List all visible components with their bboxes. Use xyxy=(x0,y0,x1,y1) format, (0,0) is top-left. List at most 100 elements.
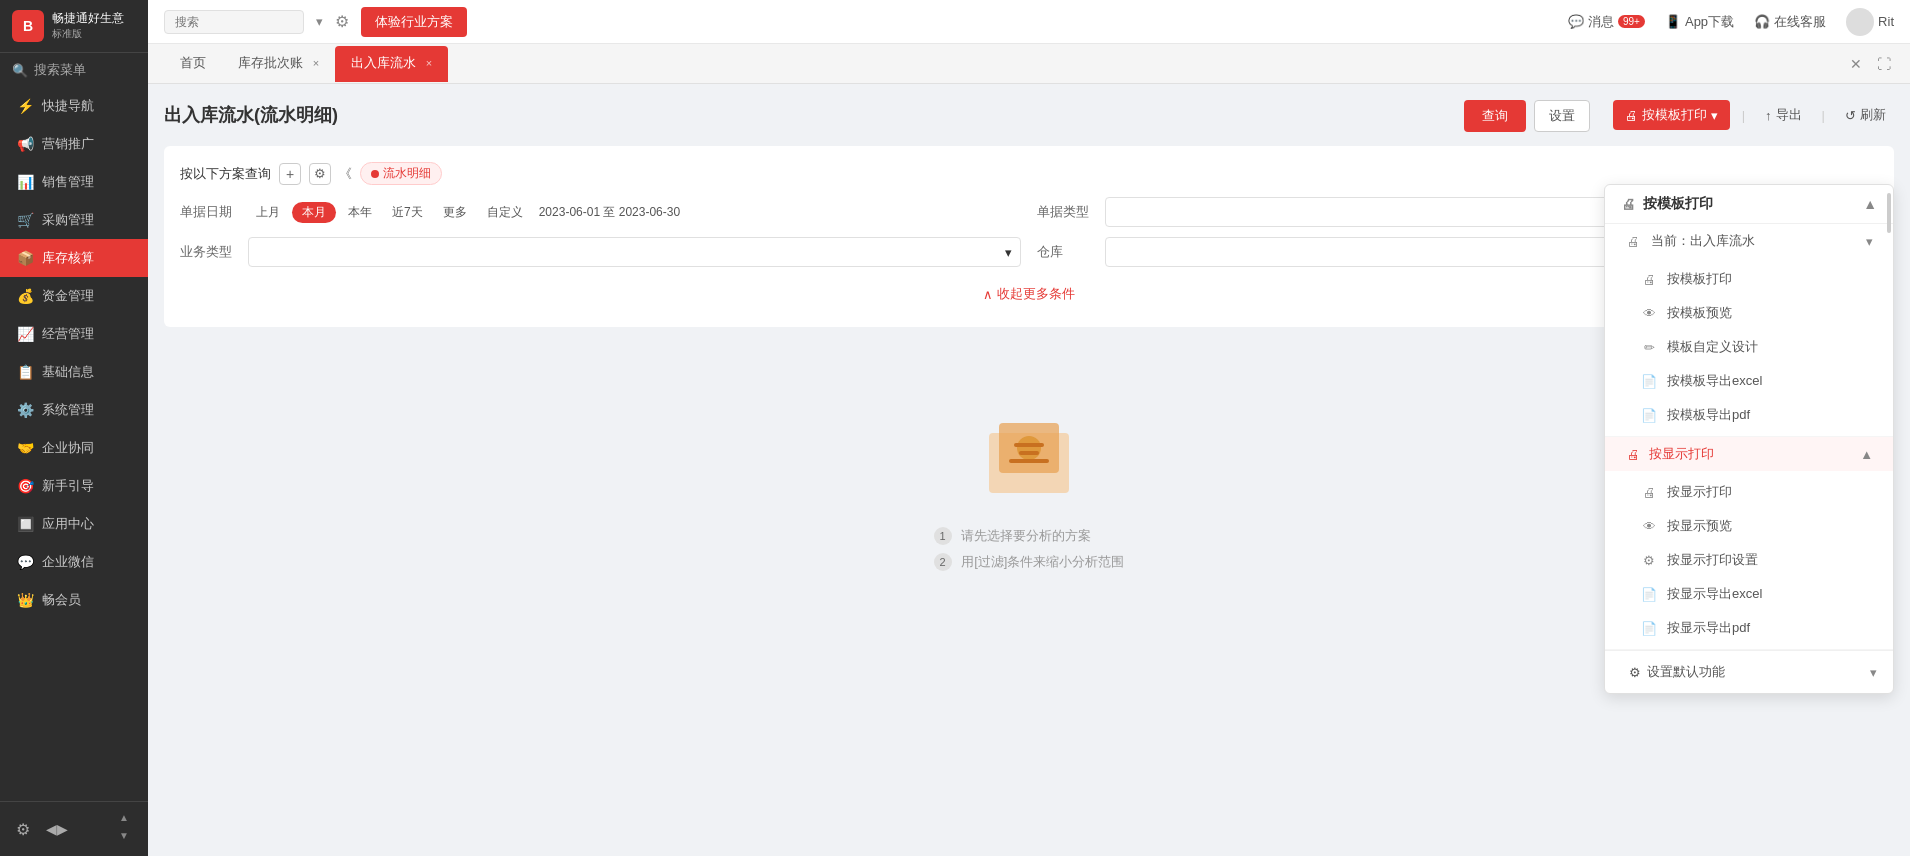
sidebar-item-label: 经营管理 xyxy=(42,325,94,343)
app-download-button[interactable]: 📱 App下载 xyxy=(1665,13,1734,31)
sidebar-item-quick-nav[interactable]: ⚡ 快捷导航 xyxy=(0,87,148,125)
tab-flow-label: 出入库流水 xyxy=(351,55,416,70)
sidebar-item-enterprise[interactable]: 🤝 企业协同 xyxy=(0,429,148,467)
template-design-icon: ✏ xyxy=(1641,339,1657,355)
sidebar-item-label: 销售管理 xyxy=(42,173,94,191)
date-btn-7days[interactable]: 近7天 xyxy=(384,202,431,223)
topbar-gear-icon[interactable]: ⚙ xyxy=(335,12,349,31)
date-btn-more[interactable]: 更多 xyxy=(435,202,475,223)
date-btn-last-month[interactable]: 上月 xyxy=(248,202,288,223)
sidebar-item-label: 畅会员 xyxy=(42,591,81,609)
dropdown-item-display-print-settings[interactable]: ⚙ 按显示打印设置 xyxy=(1605,543,1893,577)
dropdown-item-display-print[interactable]: 🖨 按显示打印 xyxy=(1605,475,1893,509)
window-close-btn[interactable]: ✕ xyxy=(1846,54,1866,74)
dropdown-item-display-excel[interactable]: 📄 按显示导出excel xyxy=(1605,577,1893,611)
scroll-down-btn[interactable]: ▼ xyxy=(116,830,132,846)
sidebar-collapse-icon[interactable]: ◀▶ xyxy=(46,821,68,837)
sidebar-item-inventory[interactable]: 📦 库存核算 xyxy=(0,239,148,277)
biz-type-select[interactable]: ▾ xyxy=(248,237,1021,267)
sidebar-item-finance[interactable]: 💰 资金管理 xyxy=(0,277,148,315)
message-button[interactable]: 💬 消息 99+ xyxy=(1568,13,1645,31)
sidebar-settings-icon[interactable]: ⚙ xyxy=(16,820,30,839)
sidebar-item-operations[interactable]: 📈 经营管理 xyxy=(0,315,148,353)
display-excel-label: 按显示导出excel xyxy=(1667,585,1873,603)
refresh-button[interactable]: ↺ 刷新 xyxy=(1837,102,1894,128)
date-btn-custom[interactable]: 自定义 xyxy=(479,202,531,223)
sidebar-item-app-center[interactable]: 🔲 应用中心 xyxy=(0,505,148,543)
dropdown-current-chevron: ▾ xyxy=(1866,234,1873,249)
filter-settings-button[interactable]: ⚙ xyxy=(309,163,331,185)
sidebar-item-label: 快捷导航 xyxy=(42,97,94,115)
dropdown-header: 🖨 按模板打印 ▲ xyxy=(1605,185,1893,224)
dropdown-item-template-design[interactable]: ✏ 模板自定义设计 xyxy=(1605,330,1893,364)
sidebar-search[interactable]: 🔍 搜索菜单 xyxy=(0,53,148,87)
filter-add-button[interactable]: + xyxy=(279,163,301,185)
export-button[interactable]: ↑ 导出 xyxy=(1757,102,1810,128)
message-badge: 99+ xyxy=(1618,15,1645,28)
headset-icon: 🎧 xyxy=(1754,14,1770,29)
filter-chip[interactable]: 流水明细 xyxy=(360,162,442,185)
topbar-chevron-icon[interactable]: ▾ xyxy=(316,14,323,29)
sidebar-item-marketing[interactable]: 📢 营销推广 xyxy=(0,125,148,163)
sidebar-item-basic-info[interactable]: 📋 基础信息 xyxy=(0,353,148,391)
scroll-up-btn[interactable]: ▲ xyxy=(116,812,132,828)
tab-flow-close[interactable]: × xyxy=(426,57,432,69)
sidebar-item-label: 基础信息 xyxy=(42,363,94,381)
message-icon: 💬 xyxy=(1568,14,1584,29)
sidebar: B 畅捷通好生意 标准版 🔍 搜索菜单 ⚡ 快捷导航 📢 营销推广 📊 销售管理… xyxy=(0,0,148,856)
tab-flow[interactable]: 出入库流水 × xyxy=(335,46,448,82)
sidebar-item-purchase[interactable]: 🛒 采购管理 xyxy=(0,201,148,239)
template-print-button[interactable]: 🖨 按模板打印 ▾ xyxy=(1613,100,1730,130)
page-header: 出入库流水(流水明细) 🖨 按模板打印 ▾ | ↑ 导出 | ↺ xyxy=(164,100,1894,130)
sidebar-item-wechat[interactable]: 💬 企业微信 xyxy=(0,543,148,581)
dropdown-footer: ⚙ 设置默认功能 ▾ xyxy=(1605,650,1893,693)
dropdown-item-display-preview[interactable]: 👁 按显示预览 xyxy=(1605,509,1893,543)
user-avatar-area[interactable]: Rit xyxy=(1846,8,1894,36)
topbar-left: ▾ ⚙ 体验行业方案 xyxy=(164,7,467,37)
logo-badge: 标准版 xyxy=(52,27,124,41)
dropdown-current-item[interactable]: 🖨 当前：出入库流水 ▾ xyxy=(1605,224,1893,258)
sidebar-item-label: 库存核算 xyxy=(42,249,94,267)
logo-icon: B xyxy=(12,10,44,42)
dropdown-item-template-print[interactable]: 🖨 按模板打印 xyxy=(1605,262,1893,296)
tab-batch-account[interactable]: 库存批次账 × xyxy=(222,46,335,82)
dropdown-footer-chevron-icon[interactable]: ▾ xyxy=(1870,665,1877,680)
sidebar-item-sales[interactable]: 📊 销售管理 xyxy=(0,163,148,201)
dropdown-item-template-pdf[interactable]: 📄 按模板导出pdf xyxy=(1605,398,1893,432)
step1-text: 请先选择要分析的方案 xyxy=(961,528,1091,543)
tab-batch-account-close[interactable]: × xyxy=(313,57,319,69)
filter-label: 按以下方案查询 xyxy=(180,165,271,183)
tab-home[interactable]: 首页 xyxy=(164,46,222,82)
export-icon: ↑ xyxy=(1765,108,1772,123)
app-center-icon: 🔲 xyxy=(16,515,34,533)
sidebar-item-member[interactable]: 👑 畅会员 xyxy=(0,581,148,619)
date-btn-this-month[interactable]: 本月 xyxy=(292,202,336,223)
settings-button[interactable]: 设置 xyxy=(1534,100,1590,132)
sidebar-item-label: 企业协同 xyxy=(42,439,94,457)
dropdown-section2-header[interactable]: 🖨 按显示打印 ▲ xyxy=(1605,437,1893,471)
refresh-icon: ↺ xyxy=(1845,108,1856,123)
query-button[interactable]: 查询 xyxy=(1464,100,1526,132)
template-pdf-icon: 📄 xyxy=(1641,407,1657,423)
dropdown-item-template-preview[interactable]: 👁 按模板预览 xyxy=(1605,296,1893,330)
topbar-search-input[interactable] xyxy=(164,10,304,34)
dropdown-item-display-pdf[interactable]: 📄 按显示导出pdf xyxy=(1605,611,1893,645)
display-print-label: 按显示打印 xyxy=(1667,483,1873,501)
set-default-button[interactable]: ⚙ 设置默认功能 xyxy=(1621,659,1733,685)
dropdown-scrollbar[interactable] xyxy=(1887,193,1891,685)
sidebar-item-system[interactable]: ⚙️ 系统管理 xyxy=(0,391,148,429)
sidebar-item-guide[interactable]: 🎯 新手引导 xyxy=(0,467,148,505)
window-expand-btn[interactable]: ⛶ xyxy=(1874,54,1894,74)
biz-type-chevron-icon: ▾ xyxy=(1005,245,1012,260)
industry-solution-button[interactable]: 体验行业方案 xyxy=(361,7,467,37)
collapse-more-label: 收起更多条件 xyxy=(997,285,1075,303)
online-service-button[interactable]: 🎧 在线客服 xyxy=(1754,13,1826,31)
filter-collapse-button[interactable]: 《 xyxy=(339,165,352,183)
sidebar-item-label: 应用中心 xyxy=(42,515,94,533)
dropdown-collapse-icon[interactable]: ▲ xyxy=(1863,196,1877,212)
date-btn-this-year[interactable]: 本年 xyxy=(340,202,380,223)
dropdown-item-template-excel[interactable]: 📄 按模板导出excel xyxy=(1605,364,1893,398)
filter-header: 按以下方案查询 + ⚙ 《 流水明细 xyxy=(180,162,1878,185)
template-print-label: 按模板打印 xyxy=(1642,106,1707,124)
date-label: 单据日期 xyxy=(180,203,240,221)
